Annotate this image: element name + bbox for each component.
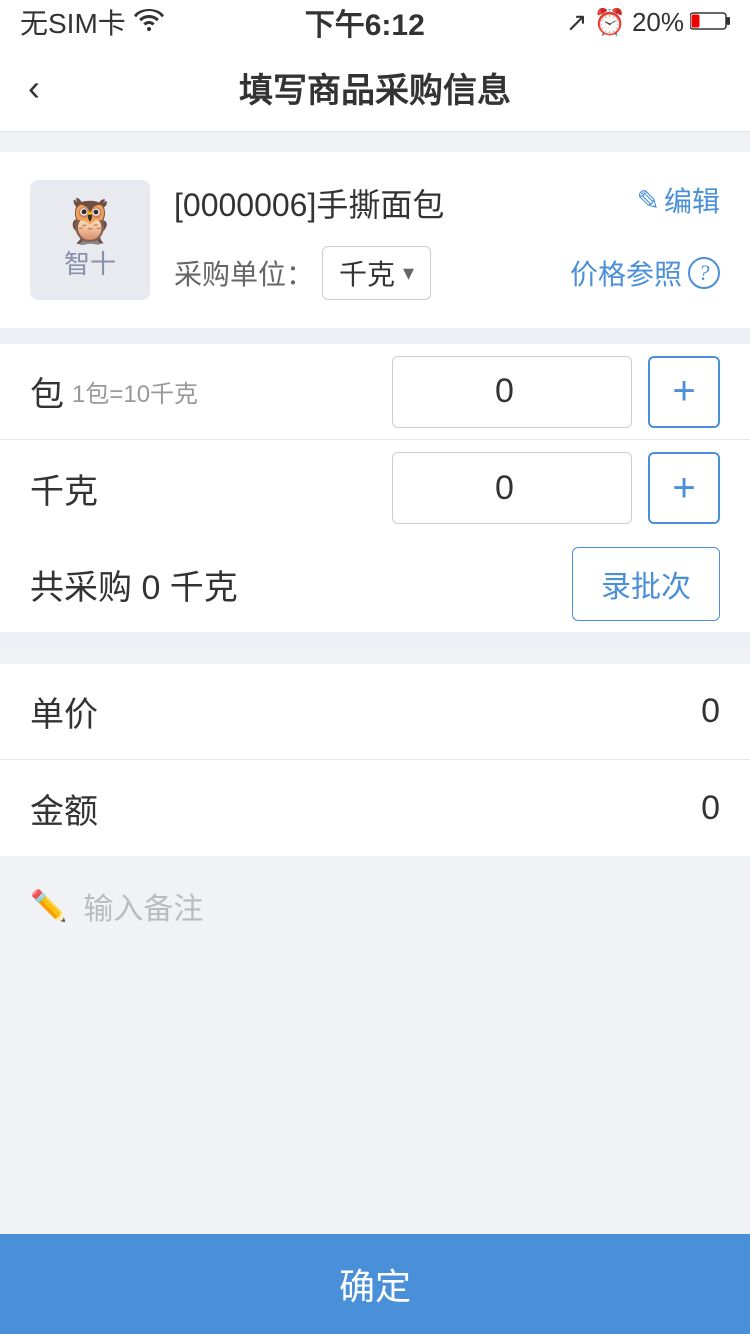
bag-quantity-input[interactable] <box>392 356 632 428</box>
edit-button[interactable]: ✎ 编辑 <box>637 180 720 220</box>
nav-title: 填写商品采购信息 <box>239 63 511 112</box>
battery-label: 20% <box>632 7 684 38</box>
notes-placeholder: 输入备注 <box>83 884 203 928</box>
product-info: [0000006]手撕面包 ✎ 编辑 采购单位： 千克 ▾ 价格参照 ? <box>174 180 720 300</box>
status-bar: 无SIM卡 下午6:12 ↗ ⏰ 20% <box>0 0 750 44</box>
kg-plus-button[interactable]: + <box>648 452 720 524</box>
confirm-button[interactable]: 确定 <box>0 1234 750 1334</box>
alarm-icon: ⏰ <box>594 7 626 38</box>
wifi-icon <box>134 6 164 38</box>
bag-plus-button[interactable]: + <box>648 356 720 428</box>
product-name: [0000006]手撕面包 <box>174 180 637 226</box>
chevron-down-icon: ▾ <box>403 260 414 286</box>
bag-label: 包 <box>30 367 64 416</box>
back-button[interactable]: ‹ <box>28 67 40 109</box>
owl-icon: 🦉 <box>63 200 118 244</box>
unit-price-label: 单价 <box>30 687 98 736</box>
status-time: 下午6:12 <box>305 0 425 44</box>
pencil-icon: ✏️ <box>30 889 67 924</box>
total-text: 共采购 0 千克 <box>30 560 238 609</box>
info-section: 单价 0 金额 0 <box>0 664 750 856</box>
nav-bar: ‹ 填写商品采购信息 <box>0 44 750 132</box>
unit-selector[interactable]: 千克 ▾ <box>322 246 431 300</box>
notes-section[interactable]: ✏️ 输入备注 <box>0 856 750 956</box>
separator-1 <box>0 328 750 344</box>
unit-price-value: 0 <box>701 692 720 731</box>
kg-input-wrapper: + <box>98 452 720 524</box>
amount-value: 0 <box>701 789 720 828</box>
amount-row: 金额 0 <box>0 760 750 856</box>
battery-icon <box>690 7 730 38</box>
kg-quantity-input[interactable] <box>392 452 632 524</box>
separator-2 <box>0 632 750 648</box>
edit-label: 编辑 <box>664 180 720 220</box>
purchase-unit-row: 采购单位： 千克 ▾ 价格参照 ? <box>174 246 720 300</box>
kg-input-row: 千克 + <box>0 440 750 536</box>
input-section: 包 1包=10千克 + 千克 + <box>0 344 750 536</box>
unit-value: 千克 <box>339 253 395 293</box>
status-right: ↗ ⏰ 20% <box>566 7 730 38</box>
batch-button[interactable]: 录批次 <box>572 547 720 621</box>
product-thumbnail: 🦉 智十 <box>30 180 150 300</box>
content-area <box>0 956 750 1256</box>
edit-icon: ✎ <box>637 184 660 217</box>
bag-input-wrapper: + <box>198 356 720 428</box>
bag-input-row: 包 1包=10千克 + <box>0 344 750 440</box>
unit-label: 采购单位： <box>174 253 314 293</box>
bag-sublabel: 1包=10千克 <box>72 374 198 409</box>
status-left: 无SIM卡 <box>20 2 164 42</box>
product-name-row: [0000006]手撕面包 ✎ 编辑 <box>174 180 720 226</box>
unit-price-row: 单价 0 <box>0 664 750 760</box>
location-icon: ↗ <box>566 7 588 38</box>
help-icon: ? <box>688 257 720 289</box>
amount-label: 金额 <box>30 784 98 833</box>
carrier-label: 无SIM卡 <box>20 2 126 42</box>
product-card: 🦉 智十 [0000006]手撕面包 ✎ 编辑 采购单位： 千克 ▾ 价格参照 … <box>0 152 750 328</box>
kg-label: 千克 <box>30 464 98 513</box>
total-row: 共采购 0 千克 录批次 <box>0 536 750 632</box>
price-ref-button[interactable]: 价格参照 ? <box>570 253 720 293</box>
price-ref-label: 价格参照 <box>570 253 682 293</box>
thumbnail-text: 智十 <box>64 244 116 281</box>
